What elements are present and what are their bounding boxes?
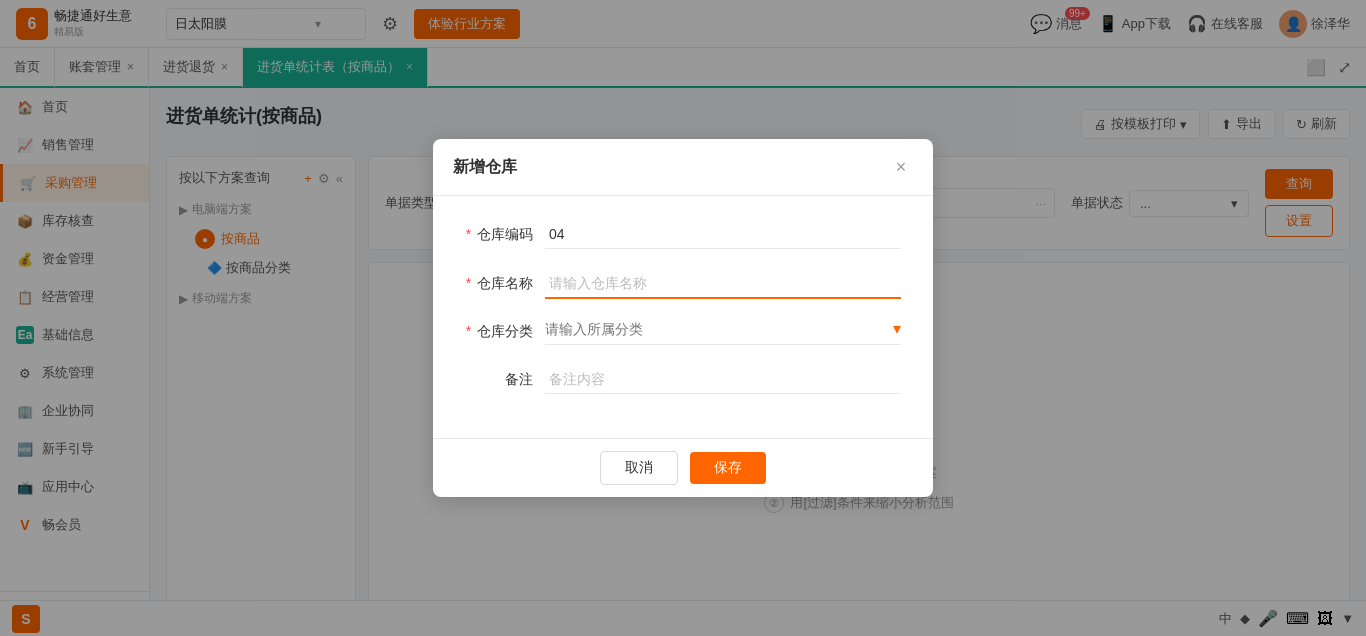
save-button[interactable]: 保存 [690,452,766,484]
note-input[interactable] [545,365,901,394]
warehouse-note-row: 备注 [465,365,901,394]
warehouse-code-row: * 仓库编码 [465,220,901,249]
warehouse-name-label: * 仓库名称 [465,275,545,293]
modal-body: * 仓库编码 * 仓库名称 * 仓库分类 [433,196,933,438]
warehouse-category-label: * 仓库分类 [465,323,545,341]
modal-close-button[interactable]: × [889,155,913,179]
warehouse-name-row: * 仓库名称 [465,269,901,299]
warehouse-category-row: * 仓库分类 ▾ [465,319,901,345]
modal-title: 新增仓库 [453,157,517,178]
modal-overlay[interactable]: 新增仓库 × * 仓库编码 * 仓库名称 [0,0,1366,636]
note-label: 备注 [465,371,545,389]
category-input[interactable] [545,321,893,337]
category-dropdown-icon: ▾ [893,319,901,338]
new-warehouse-modal: 新增仓库 × * 仓库编码 * 仓库名称 [433,139,933,497]
warehouse-code-label: * 仓库编码 [465,226,545,244]
modal-header: 新增仓库 × [433,139,933,196]
cancel-button[interactable]: 取消 [600,451,678,485]
warehouse-name-input[interactable] [545,269,901,299]
warehouse-code-input[interactable] [545,220,901,249]
modal-footer: 取消 保存 [433,438,933,497]
warehouse-category-select[interactable]: ▾ [545,319,901,345]
